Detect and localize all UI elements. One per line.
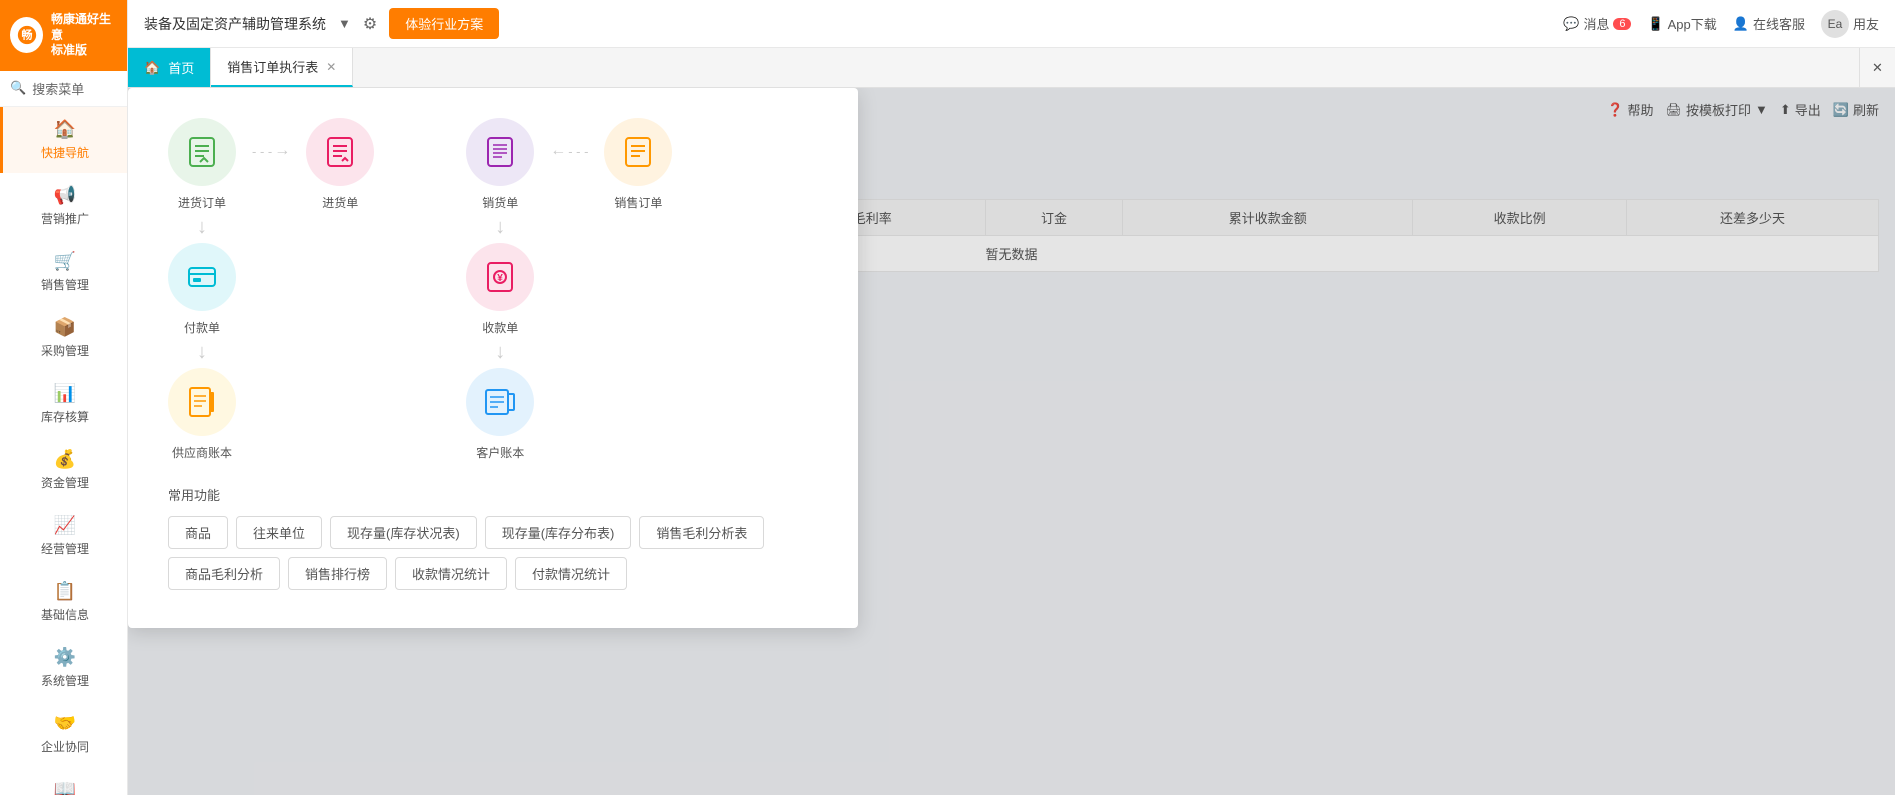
arrow-left-1: ←- - - bbox=[550, 118, 588, 160]
inventory-icon: 📊 bbox=[54, 383, 76, 404]
func-btn-product[interactable]: 商品 bbox=[168, 516, 228, 549]
sidebar: 畅 畅康通好生意 标准版 🔍 搜索菜单 🏠 快捷导航 📢 营销推广 🛒 销售管理 bbox=[0, 0, 128, 795]
sidebar-item-inventory[interactable]: 📊 库存核算 bbox=[0, 371, 127, 437]
arrow-down-4: ↓ bbox=[495, 342, 505, 362]
receipt-icon: ¥ bbox=[466, 243, 534, 311]
func-btn-payment-stats[interactable]: 付款情况统计 bbox=[515, 557, 627, 590]
modal-overlay: 进货订单 ↓ 付款单 ↓ bbox=[128, 88, 1895, 795]
message-badge: 6 bbox=[1613, 18, 1631, 30]
settings-icon[interactable]: ⚙ bbox=[363, 14, 377, 34]
search-icon: 🔍 bbox=[10, 80, 26, 96]
home-tab-icon: 🏠 bbox=[144, 60, 160, 76]
flow-node-purchase[interactable]: 进货单 bbox=[306, 118, 374, 211]
logo-icon: 畅 bbox=[10, 17, 43, 53]
function-buttons: 商品 往来单位 现存量(库存状况表) 现存量(库存分布表) 销售毛利分析表 商品… bbox=[168, 516, 818, 590]
message-icon: 💬 bbox=[1563, 16, 1579, 32]
dropdown-arrow-icon: ▼ bbox=[338, 16, 351, 31]
func-btn-stock-status[interactable]: 现存量(库存状况表) bbox=[330, 516, 477, 549]
sidebar-item-purchase[interactable]: 📦 采购管理 bbox=[0, 305, 127, 371]
flow-node-receipt[interactable]: ¥ 收款单 bbox=[466, 243, 534, 336]
finance-icon: 💰 bbox=[54, 449, 76, 470]
topbar: 装备及固定资产辅助管理系统 ▼ ⚙ 体验行业方案 💬 消息 6 📱 App下载 … bbox=[128, 0, 1895, 48]
enterprise-icon: 🤝 bbox=[54, 713, 76, 734]
common-functions: 常用功能 商品 往来单位 现存量(库存状况表) 现存量(库存分布表) 销售毛利分… bbox=[168, 485, 818, 606]
purchase-icon bbox=[306, 118, 374, 186]
func-btn-sales-rank[interactable]: 销售排行榜 bbox=[288, 557, 387, 590]
svg-text:畅: 畅 bbox=[21, 28, 32, 42]
logo-text: 畅康通好生意 标准版 bbox=[51, 12, 117, 59]
logo-area: 畅 畅康通好生意 标准版 bbox=[0, 0, 127, 71]
func-btn-sales-margin[interactable]: 销售毛利分析表 bbox=[639, 516, 764, 549]
sales-order-icon bbox=[604, 118, 672, 186]
search-menu[interactable]: 🔍 搜索菜单 bbox=[0, 71, 127, 107]
sidebar-item-guide[interactable]: 📖 新手引导 bbox=[0, 767, 127, 795]
system-icon: ⚙️ bbox=[54, 647, 76, 668]
flow-node-sales-bill[interactable]: 销货单 bbox=[466, 118, 534, 211]
customer-ledger-icon bbox=[466, 368, 534, 436]
func-btn-stock-dist[interactable]: 现存量(库存分布表) bbox=[485, 516, 632, 549]
sidebar-item-sales[interactable]: 🛒 销售管理 bbox=[0, 239, 127, 305]
flow-node-customer-ledger[interactable]: 客户账本 bbox=[466, 368, 534, 461]
arrow-down-2: ↓ bbox=[495, 217, 505, 237]
func-btn-product-margin[interactable]: 商品毛利分析 bbox=[168, 557, 280, 590]
basics-icon: 📋 bbox=[54, 581, 76, 602]
purchase-icon: 📦 bbox=[54, 317, 76, 338]
operations-icon: 📈 bbox=[54, 515, 76, 536]
system-title: 装备及固定资产辅助管理系统 bbox=[144, 14, 326, 34]
experience-btn[interactable]: 体验行业方案 bbox=[389, 8, 499, 39]
sidebar-item-operations[interactable]: 📈 经营管理 bbox=[0, 503, 127, 569]
purchase-order-icon bbox=[168, 118, 236, 186]
app-download-btn[interactable]: 📱 App下载 bbox=[1647, 14, 1716, 33]
flow-node-sales-order[interactable]: 销售订单 bbox=[604, 118, 672, 211]
arrow-down-3: ↓ bbox=[197, 342, 207, 362]
flow-node-purchase-order[interactable]: 进货订单 bbox=[168, 118, 236, 211]
modal-content: 进货订单 ↓ 付款单 ↓ bbox=[128, 88, 858, 628]
tab-sales-order[interactable]: 销售订单执行表 ✕ bbox=[211, 48, 353, 87]
close-all-tabs-btn[interactable]: ✕ bbox=[1859, 48, 1895, 87]
guide-icon: 📖 bbox=[54, 779, 76, 795]
flow-col-fourth: 销售订单 bbox=[604, 118, 672, 211]
flow-node-payment[interactable]: 付款单 bbox=[168, 243, 236, 336]
supplier-ledger-icon bbox=[168, 368, 236, 436]
sidebar-item-basics[interactable]: 📋 基础信息 bbox=[0, 569, 127, 635]
marketing-icon: 📢 bbox=[54, 185, 76, 206]
tab-close-icon[interactable]: ✕ bbox=[326, 60, 336, 74]
sales-icon: 🛒 bbox=[54, 251, 76, 272]
service-icon: 👤 bbox=[1733, 16, 1749, 32]
flow-diagram: 进货订单 ↓ 付款单 ↓ bbox=[168, 118, 818, 461]
phone-icon: 📱 bbox=[1647, 16, 1663, 32]
func-btn-receipt-stats[interactable]: 收款情况统计 bbox=[395, 557, 507, 590]
sales-bill-icon bbox=[466, 118, 534, 186]
svg-text:¥: ¥ bbox=[497, 273, 503, 284]
title-dropdown[interactable]: ▼ bbox=[338, 16, 351, 31]
tab-spacer bbox=[353, 48, 1859, 87]
user-menu[interactable]: Ea 用友 bbox=[1821, 10, 1879, 38]
flow-modal: 进货订单 ↓ 付款单 ↓ bbox=[128, 88, 858, 628]
sidebar-item-quick-nav[interactable]: 🏠 快捷导航 bbox=[0, 107, 127, 173]
main-content: 装备及固定资产辅助管理系统 ▼ ⚙ 体验行业方案 💬 消息 6 📱 App下载 … bbox=[128, 0, 1895, 795]
content-area: ❓ 帮助 🖨 按模板打印 ▼ ⬆ 导出 🔄 刷新 bbox=[128, 88, 1895, 795]
online-service-btn[interactable]: 👤 在线客服 bbox=[1733, 14, 1805, 33]
flow-node-supplier-ledger[interactable]: 供应商账本 bbox=[168, 368, 236, 461]
message-btn[interactable]: 💬 消息 6 bbox=[1563, 14, 1631, 33]
sidebar-item-system[interactable]: ⚙️ 系统管理 bbox=[0, 635, 127, 701]
common-functions-title: 常用功能 bbox=[168, 485, 818, 504]
avatar: Ea bbox=[1821, 10, 1849, 38]
flow-col-third: 销货单 ↓ ¥ 收款单 ↓ bbox=[466, 118, 534, 461]
sidebar-item-enterprise[interactable]: 🤝 企业协同 bbox=[0, 701, 127, 767]
func-btn-partners[interactable]: 往来单位 bbox=[236, 516, 322, 549]
flow-col-left: 进货订单 ↓ 付款单 ↓ bbox=[168, 118, 236, 461]
sidebar-item-finance[interactable]: 💰 资金管理 bbox=[0, 437, 127, 503]
sidebar-nav: 🏠 快捷导航 📢 营销推广 🛒 销售管理 📦 采购管理 📊 库存核算 💰 bbox=[0, 107, 127, 795]
payment-icon bbox=[168, 243, 236, 311]
topbar-right: 💬 消息 6 📱 App下载 👤 在线客服 Ea 用友 bbox=[1563, 10, 1879, 38]
tabbar: 🏠 首页 销售订单执行表 ✕ ✕ bbox=[128, 48, 1895, 88]
flow-col-second: 进货单 bbox=[306, 118, 374, 211]
tab-home[interactable]: 🏠 首页 bbox=[128, 48, 211, 87]
sidebar-item-marketing[interactable]: 📢 营销推广 bbox=[0, 173, 127, 239]
arrow-down-1: ↓ bbox=[197, 217, 207, 237]
arrow-right-1: - - -→ bbox=[252, 118, 290, 160]
home-icon: 🏠 bbox=[54, 119, 76, 140]
